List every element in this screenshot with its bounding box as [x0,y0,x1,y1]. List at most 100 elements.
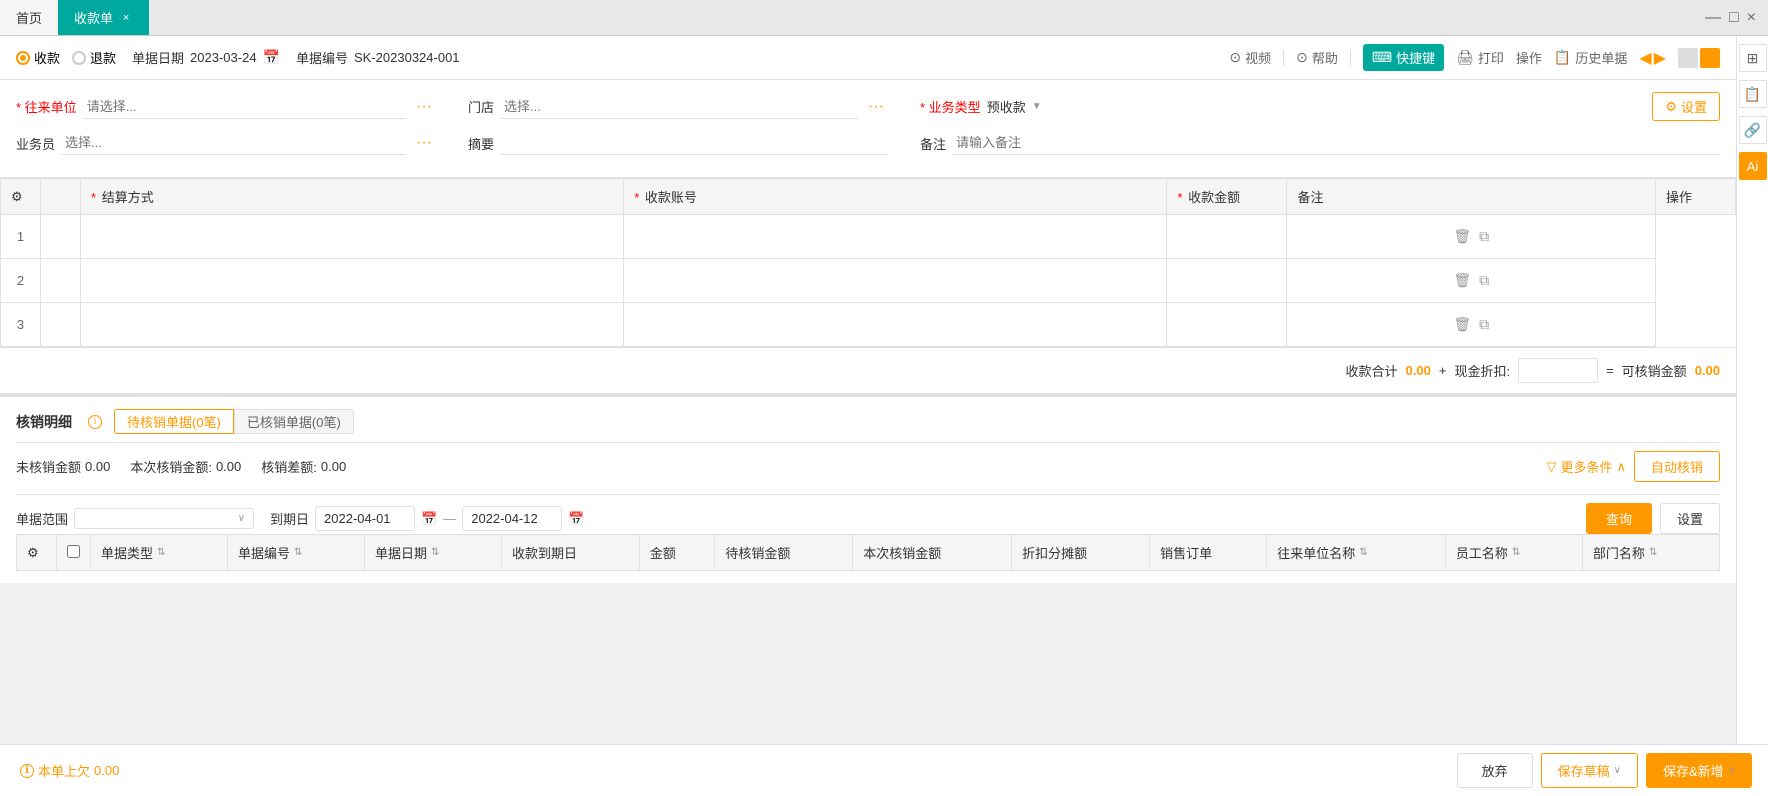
footer-per-order-label: 本单上欠 [38,761,90,780]
diff-value: 0.00 [321,459,346,474]
row2-account[interactable] [81,259,624,303]
list-view-btn[interactable] [1678,48,1698,68]
verify-info-icon[interactable]: i [88,415,102,429]
receipt-table-area: ⚙ 结算方式 收款账号 收款金额 备注 [0,178,1736,348]
video-icon: ⊙ [1229,49,1241,66]
prev-arrow[interactable]: ◀ [1639,48,1651,68]
row2-settle[interactable] [41,259,81,303]
history-btn[interactable]: 📋 历史单据 [1554,48,1627,67]
receipt-radio[interactable]: 收款 [16,48,60,67]
row2-remark[interactable] [1167,259,1287,303]
window-minimize-icon[interactable]: — [1705,9,1721,27]
print-label: 打印 [1478,48,1504,67]
save-draft-button[interactable]: 保存草稿 ∨ [1541,753,1638,788]
select-all-checkbox[interactable] [67,545,80,558]
due-date-field: 到期日 2022-04-01 📅 — 2022-04-12 📅 [270,506,584,531]
window-close-icon[interactable]: × [1747,9,1756,27]
date-field: 单据日期 2023-03-24 📅 [132,48,280,67]
row3-actions: 🗑 ⧉ [1287,303,1656,347]
window-maximize-icon[interactable]: □ [1729,9,1739,27]
staff-input[interactable] [61,131,406,155]
row1-remark[interactable] [1167,215,1287,259]
row3-amount[interactable] [624,303,1167,347]
biz-type-chevron[interactable]: ▼ [1032,101,1042,112]
calendar-to-icon[interactable]: 📅 [568,511,584,527]
summary-label: 摘要 [468,134,494,153]
partner-input[interactable] [83,95,406,119]
refund-radio[interactable]: 退款 [72,48,116,67]
shortcut-icon: ⌨ [1372,49,1392,66]
summary-input[interactable] [500,131,888,155]
remark-field: 备注 [920,131,1720,155]
th-remark: 备注 [1287,179,1656,215]
plus-sign: + [1439,363,1447,378]
shortcut-btn[interactable]: ⌨ 快捷键 [1363,44,1444,71]
toolbar-right: ⊙ 视频 ⊙ 帮助 ⌨ 快捷键 🖨 打印 操作 [1229,44,1720,71]
row1-delete-btn[interactable]: 🗑 [1453,228,1471,245]
auto-verify-btn[interactable]: 自动核销 [1634,451,1720,482]
right-panel-btn2[interactable]: 📋 [1739,80,1767,108]
table-row: 3 🗑 ⧉ [1,303,1736,347]
row1-copy-btn[interactable]: ⧉ [1479,228,1489,245]
store-more-icon[interactable]: ··· [864,98,888,116]
tab-done[interactable]: 已核销单据(0笔) [234,409,354,434]
current-item: 本次核销金额: 0.00 [130,457,241,476]
print-btn[interactable]: 🖨 打印 [1456,48,1504,67]
row3-account[interactable] [81,303,624,347]
footer-info-icon[interactable]: ℹ [20,764,34,778]
right-panel-btn1[interactable]: ⊞ [1739,44,1767,72]
history-icon: 📋 [1554,49,1571,66]
save-new-button[interactable]: 保存&新增 ∨ [1646,753,1752,788]
th-gear[interactable]: ⚙ [1,179,41,215]
right-panel-ai-btn[interactable]: Ai [1739,152,1767,180]
row3-delete-btn[interactable]: 🗑 [1453,316,1471,333]
tab-home-label: 首页 [16,8,42,27]
staff-field: 业务员 ··· [16,131,436,155]
query-btn[interactable]: 查询 [1586,503,1652,534]
partner-label: * 往来单位 [16,97,77,116]
more-conditions-btn[interactable]: ▽ 更多条件 ∧ [1546,457,1626,476]
tab-close-icon[interactable]: × [119,11,133,25]
settings-button[interactable]: ⚙ 设置 [1652,92,1720,121]
row1-account[interactable] [81,215,624,259]
row2-delete-btn[interactable]: 🗑 [1453,272,1471,289]
date-to-input[interactable]: 2022-04-12 [462,506,562,531]
row2-copy-btn[interactable]: ⧉ [1479,272,1489,289]
right-panel-btn3[interactable]: 🔗 [1739,116,1767,144]
search-actions: 查询 设置 [1586,503,1720,534]
partner-more-icon[interactable]: ··· [412,98,436,116]
bottom-th-checkbox[interactable] [57,535,91,571]
row3-remark[interactable] [1167,303,1287,347]
staff-more-icon[interactable]: ··· [412,134,436,152]
row3-settle[interactable] [41,303,81,347]
remark-input[interactable] [952,131,1720,155]
abandon-button[interactable]: 放弃 [1457,753,1533,788]
sort-icon-date: ⇅ [431,547,439,558]
row3-copy-btn[interactable]: ⧉ [1479,316,1489,333]
subtotal-value: 0.00 [1406,363,1431,378]
tab-pending[interactable]: 待核销单据(0笔) [114,409,234,434]
operation-btn[interactable]: 操作 [1516,48,1542,67]
sort-icon-dept: ⇅ [1649,547,1657,558]
date-from-input[interactable]: 2022-04-01 [315,506,415,531]
calendar-icon[interactable]: 📅 [263,49,280,66]
next-arrow[interactable]: ▶ [1654,48,1666,68]
video-btn[interactable]: ⊙ 视频 [1229,48,1271,67]
row-num-2: 2 [1,259,41,303]
diff-label: 核销差额: [261,457,317,476]
bill-range-label: 单据范围 [16,509,68,528]
search-setting-btn[interactable]: 设置 [1660,503,1720,534]
store-input[interactable] [500,95,858,119]
row2-amount[interactable] [624,259,1167,303]
help-btn[interactable]: ⊙ 帮助 [1296,48,1338,67]
grid-view-btn[interactable] [1700,48,1720,68]
diff-item: 核销差额: 0.00 [261,457,346,476]
discount-input[interactable] [1518,358,1598,383]
tab-receipt[interactable]: 收款单 × [58,0,149,35]
bill-range-select[interactable]: ∨ [74,508,254,529]
tab-home[interactable]: 首页 [0,0,58,35]
bottom-th-gear[interactable]: ⚙ [17,535,57,571]
row1-amount[interactable] [624,215,1167,259]
calendar-from-icon[interactable]: 📅 [421,511,437,527]
row1-settle[interactable] [41,215,81,259]
